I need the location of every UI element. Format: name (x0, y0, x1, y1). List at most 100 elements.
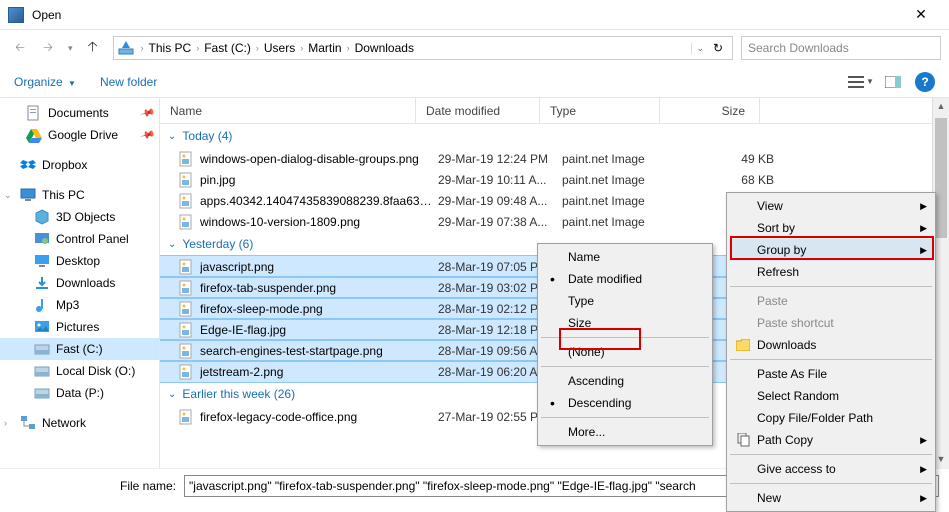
sidebar-item[interactable]: Control Panel (0, 228, 159, 250)
sidebar-item[interactable]: Mp3 (0, 294, 159, 316)
close-button[interactable]: ✕ (901, 6, 941, 23)
file-name: jetstream-2.png (200, 365, 438, 379)
sidebar-item[interactable]: Downloads (0, 272, 159, 294)
nav-forward-button[interactable]: 🡢 (36, 36, 60, 60)
help-button[interactable]: ? (915, 72, 935, 92)
new-folder-button[interactable]: New folder (100, 75, 157, 89)
disk-icon (34, 363, 50, 379)
sidebar: Documents 📌 Google Drive 📌 Dropbox ⌄ Thi… (0, 98, 160, 468)
breadcrumb-item[interactable]: Users (262, 41, 297, 55)
nav-up-button[interactable]: 🡡 (81, 36, 105, 60)
file-row[interactable]: pin.jpg 29-Mar-19 10:11 A... paint.net I… (160, 169, 949, 190)
sidebar-item[interactable]: Data (P:) (0, 382, 159, 404)
disk-icon (34, 341, 50, 357)
sidebar-item[interactable]: Fast (C:) (0, 338, 159, 360)
column-size[interactable]: Size (660, 98, 760, 123)
sidebar-label: Desktop (56, 254, 100, 268)
sidebar-label: Google Drive (48, 128, 118, 142)
window-title: Open (32, 8, 901, 22)
pin-icon: 📌 (139, 127, 155, 143)
sidebar-item[interactable]: Google Drive 📌 (0, 124, 159, 146)
address-dropdown[interactable]: ⌄ (691, 43, 708, 54)
breadcrumb-item[interactable]: This PC (147, 41, 194, 55)
breadcrumb-item[interactable]: Martin (306, 41, 343, 55)
file-type: paint.net Image (562, 194, 682, 208)
sidebar-item[interactable]: 3D Objects (0, 206, 159, 228)
chevron-down-icon: ⌄ (168, 239, 176, 250)
network-icon (20, 415, 36, 431)
sidebar-label: Fast (C:) (56, 342, 103, 356)
sidebar-item[interactable]: Desktop (0, 250, 159, 272)
column-name[interactable]: Name (160, 98, 416, 123)
file-name: pin.jpg (200, 173, 438, 187)
image-file-icon (178, 301, 194, 317)
address-bar[interactable]: › This PC› Fast (C:)› Users› Martin› Dow… (113, 36, 733, 60)
copy-icon (735, 432, 751, 448)
menu-descending[interactable]: Descending (540, 392, 710, 414)
scroll-thumb[interactable] (935, 118, 947, 238)
sidebar-network[interactable]: › Network (0, 412, 159, 434)
menu-ascending[interactable]: Ascending (540, 370, 710, 392)
preview-pane-button[interactable] (879, 70, 907, 94)
menu-paste-as-file[interactable]: Paste As File (729, 363, 933, 385)
menu-group-by[interactable]: Group by▶ (729, 239, 933, 261)
view-options-button[interactable]: ▼ (847, 70, 875, 94)
disk-icon (34, 385, 50, 401)
breadcrumb-item[interactable]: Downloads (353, 41, 416, 55)
menu-type[interactable]: Type (540, 290, 710, 312)
column-date[interactable]: Date modified (416, 98, 540, 123)
search-input[interactable]: Search Downloads (741, 36, 941, 60)
menu-name[interactable]: Name (540, 246, 710, 268)
sidebar-item[interactable]: Documents 📌 (0, 102, 159, 124)
location-icon (118, 40, 134, 56)
menu-sort-by[interactable]: Sort by▶ (729, 217, 933, 239)
sidebar-item[interactable]: Local Disk (O:) (0, 360, 159, 382)
menu-refresh[interactable]: Refresh (729, 261, 933, 283)
file-name: search-engines-test-startpage.png (200, 344, 438, 358)
file-date: 29-Mar-19 12:24 PM (438, 152, 562, 166)
file-name: windows-10-version-1809.png (200, 215, 438, 229)
image-file-icon (178, 214, 194, 230)
image-file-icon (178, 343, 194, 359)
file-row[interactable]: windows-open-dialog-disable-groups.png 2… (160, 148, 949, 169)
sidebar-label: Mp3 (56, 298, 79, 312)
menu-view[interactable]: View▶ (729, 195, 933, 217)
downloads-icon (34, 275, 50, 291)
dropbox-icon (20, 157, 36, 173)
sidebar-dropbox[interactable]: Dropbox (0, 154, 159, 176)
menu-path-copy[interactable]: Path Copy▶ (729, 429, 933, 451)
file-name: Edge-IE-flag.jpg (200, 323, 438, 337)
nav-history-dropdown[interactable]: ▾ (68, 43, 73, 54)
menu-new[interactable]: New▶ (729, 487, 933, 509)
group-header[interactable]: ⌄Today (4) (160, 124, 949, 148)
menu-give-access[interactable]: Give access to▶ (729, 458, 933, 480)
scroll-up[interactable]: ▲ (933, 98, 949, 115)
menu-more[interactable]: More... (540, 421, 710, 443)
groupby-submenu: Name Date modified Type Size (None) Asce… (537, 243, 713, 446)
expand-icon[interactable]: ⌄ (4, 190, 12, 201)
nav-back-button[interactable]: 🡠 (8, 36, 32, 60)
menu-date-modified[interactable]: Date modified (540, 268, 710, 290)
file-size: 68 KB (682, 173, 774, 187)
menu-paste[interactable]: Paste (729, 290, 933, 312)
menu-downloads[interactable]: Downloads (729, 334, 933, 356)
menu-select-random[interactable]: Select Random (729, 385, 933, 407)
file-name: firefox-tab-suspender.png (200, 281, 438, 295)
sidebar-thispc[interactable]: ⌄ This PC (0, 184, 159, 206)
breadcrumb-item[interactable]: Fast (C:) (202, 41, 253, 55)
expand-icon[interactable]: › (4, 418, 7, 428)
refresh-button[interactable]: ↻ (708, 41, 728, 55)
menu-paste-shortcut[interactable]: Paste shortcut (729, 312, 933, 334)
file-name: windows-open-dialog-disable-groups.png (200, 152, 438, 166)
organize-button[interactable]: Organize ▼ (14, 75, 76, 89)
sidebar-label: Control Panel (56, 232, 129, 246)
menu-size[interactable]: Size (540, 312, 710, 334)
column-type[interactable]: Type (540, 98, 660, 123)
pin-icon: 📌 (139, 105, 155, 121)
sidebar-label: 3D Objects (56, 210, 115, 224)
image-file-icon (178, 259, 194, 275)
sidebar-item[interactable]: Pictures (0, 316, 159, 338)
menu-copy-path[interactable]: Copy File/Folder Path (729, 407, 933, 429)
menu-none[interactable]: (None) (540, 341, 710, 363)
image-file-icon (178, 151, 194, 167)
